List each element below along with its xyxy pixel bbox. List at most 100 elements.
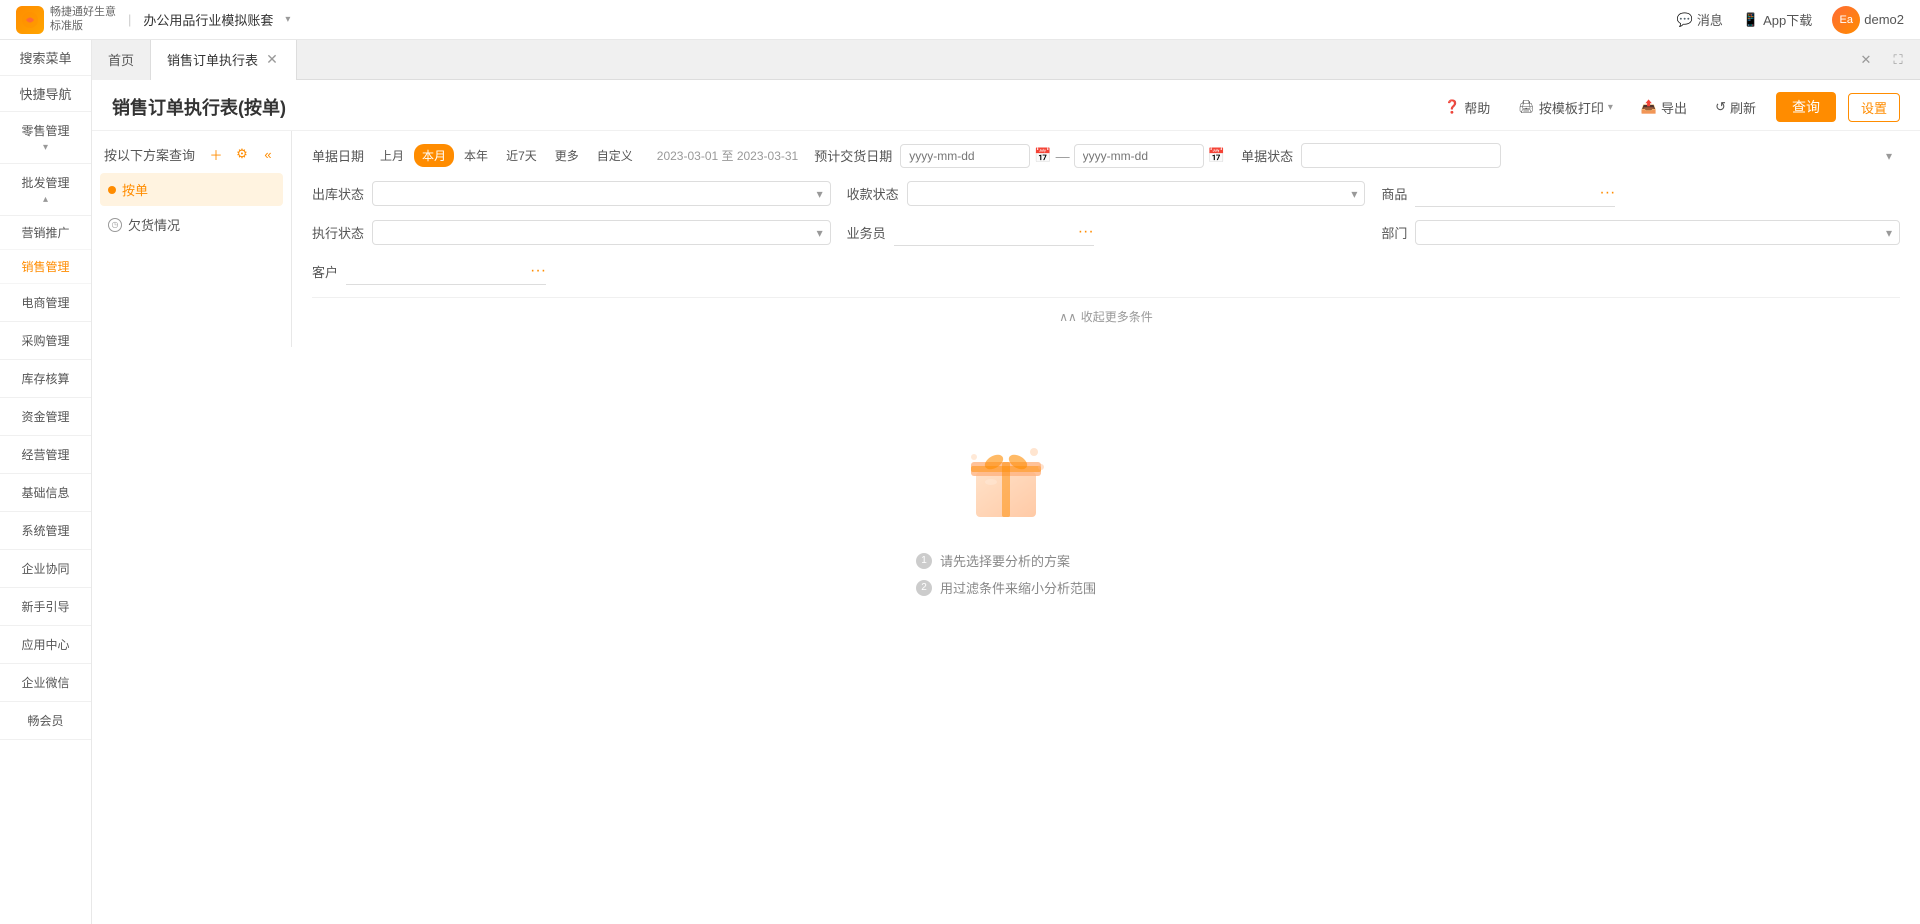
nav-item-dot-icon — [108, 186, 116, 194]
settings-scheme-icon: ⚙ — [236, 146, 248, 162]
page-header: 销售订单执行表(按单) ❓ 帮助 🖨 按模板打印 ▾ 📤 导出 — [92, 80, 1920, 131]
product-input[interactable] — [1415, 186, 1599, 201]
tab-bar-actions: ✕ ⛶ — [1852, 46, 1920, 74]
app-download-label: App下载 — [1763, 10, 1812, 29]
template-print-button[interactable]: 🖨 按模板打印 ▾ — [1510, 94, 1621, 121]
content-area: 首页 销售订单执行表 ✕ ✕ ⛶ 销售订单执行表(按单) ❓ 帮助 — [92, 40, 1920, 924]
empty-text-item-2: 2 用过滤条件来缩小分析范围 — [916, 578, 1096, 597]
department-select[interactable] — [1415, 220, 1900, 245]
message-action[interactable]: 💬 消息 — [1677, 10, 1723, 29]
sidebar-item-retail[interactable]: 零售管理 ▾ — [0, 112, 91, 164]
export-button[interactable]: 📤 导出 — [1633, 94, 1695, 121]
date-btn-this-month[interactable]: 本月 — [414, 144, 454, 167]
tab-close-button[interactable]: ✕ — [1852, 46, 1880, 74]
sidebar-item-ecommerce[interactable]: 电商管理 — [0, 284, 91, 322]
delivery-date-end[interactable] — [1074, 144, 1204, 168]
outbound-status-group: 出库状态 — [312, 181, 831, 206]
right-filter: 单据日期 上月 本月 本年 近7天 更多 自定义 2023-03-01 至 20… — [292, 131, 1920, 347]
salesperson-more-icon[interactable]: ··· — [1078, 223, 1094, 241]
customer-input[interactable] — [346, 264, 530, 279]
date-btn-last-month[interactable]: 上月 — [372, 144, 412, 167]
refresh-button[interactable]: ↺ 刷新 — [1707, 94, 1764, 121]
sidebar-item-enterprise[interactable]: 企业协同 — [0, 550, 91, 588]
customer-more-icon[interactable]: ··· — [530, 262, 546, 280]
query-label: 查询 — [1792, 97, 1820, 117]
nav-item-by-order-label: 按单 — [122, 180, 148, 199]
sidebar-item-appstore[interactable]: 应用中心 — [0, 626, 91, 664]
date-btn-more[interactable]: 更多 — [547, 144, 587, 167]
product-group: 商品 ··· — [1381, 180, 1900, 207]
tab-bar: 首页 销售订单执行表 ✕ ✕ ⛶ — [92, 40, 1920, 80]
payment-status-select[interactable] — [907, 181, 1366, 206]
list-num-1: 1 — [916, 553, 932, 569]
breadcrumb-dropdown-icon[interactable]: ▾ — [285, 14, 290, 25]
tab-home[interactable]: 首页 — [92, 40, 150, 80]
order-status-select[interactable] — [1301, 143, 1501, 168]
customer-group: 客户 ··· — [312, 258, 1900, 285]
filter-area: 按以下方案查询 ＋ ⚙ « — [92, 131, 1920, 347]
filter-row-3: 执行状态 业务员 ··· — [312, 219, 1900, 246]
sidebar-sub-item-marketing[interactable]: 营销推广 — [0, 216, 91, 250]
empty-state-icon — [956, 427, 1056, 527]
sidebar-item-newbie[interactable]: 新手引导 — [0, 588, 91, 626]
add-icon: ＋ — [209, 145, 222, 164]
tab-sales-order[interactable]: 销售订单执行表 ✕ — [150, 40, 297, 80]
payment-status-group: 收款状态 — [847, 181, 1366, 206]
date-btn-custom[interactable]: 自定义 — [589, 144, 641, 167]
sidebar-item-system-label: 系统管理 — [21, 522, 69, 539]
outbound-status-select[interactable] — [372, 181, 831, 206]
user-avatar-text: Ea — [1840, 14, 1853, 26]
sidebar-item-member-label: 畅会员 — [27, 712, 63, 729]
sidebar-sub-item-sales[interactable]: 销售管理 — [0, 250, 91, 284]
delivery-date-group: 预计交货日期 📅 — 📅 — [814, 144, 1225, 168]
department-group: 部门 — [1381, 220, 1900, 245]
query-button[interactable]: 查询 — [1776, 92, 1836, 122]
date-btn-last-7days[interactable]: 近7天 — [498, 144, 545, 167]
sidebar-item-wholesale[interactable]: 批发管理 ▴ — [0, 164, 91, 216]
sidebar-item-wechat[interactable]: 企业微信 — [0, 664, 91, 702]
sidebar-item-member[interactable]: 畅会员 — [0, 702, 91, 740]
logo-area: 畅捷通好生意 标准版 — [16, 6, 116, 34]
calendar-start-icon[interactable]: 📅 — [1034, 147, 1051, 164]
sidebar-item-purchase[interactable]: 采购管理 — [0, 322, 91, 360]
nav-item-overdue-label: 欠货情况 — [128, 215, 180, 234]
settings-scheme-button[interactable]: ⚙ — [231, 143, 253, 165]
user-avatar: Ea — [1832, 6, 1860, 34]
sidebar-item-finance[interactable]: 资金管理 — [0, 398, 91, 436]
logo-text: 畅捷通好生意 标准版 — [50, 6, 116, 32]
sidebar-search-menu[interactable]: 搜索菜单 — [0, 40, 91, 76]
settings-button[interactable]: 设置 — [1848, 93, 1900, 122]
tab-sales-order-close[interactable]: ✕ — [264, 52, 280, 68]
help-button[interactable]: ❓ 帮助 — [1436, 94, 1498, 121]
user-area[interactable]: Ea demo2 — [1832, 6, 1904, 34]
collapse-icon: « — [264, 147, 271, 162]
delivery-date-start[interactable] — [900, 144, 1030, 168]
calendar-end-icon[interactable]: 📅 — [1208, 147, 1225, 164]
message-icon: 💬 — [1677, 12, 1693, 28]
sidebar-item-inventory[interactable]: 库存核算 — [0, 360, 91, 398]
top-header: 畅捷通好生意 标准版 | 办公用品行业模拟账套 ▾ 💬 消息 📱 App下载 E… — [0, 0, 1920, 40]
product-more-icon[interactable]: ··· — [1599, 184, 1615, 202]
salesperson-input[interactable] — [894, 225, 1078, 240]
app-logo-icon — [16, 6, 44, 34]
nav-item-by-order[interactable]: 按单 — [100, 173, 283, 206]
nav-item-overdue[interactable]: ◷ 欠货情况 — [100, 208, 283, 241]
breadcrumb[interactable]: 办公用品行业模拟账套 — [143, 10, 273, 29]
sidebar-item-system[interactable]: 系统管理 — [0, 512, 91, 550]
add-scheme-button[interactable]: ＋ — [205, 143, 227, 165]
execution-status-select[interactable] — [372, 220, 831, 245]
help-icon: ❓ — [1444, 99, 1460, 115]
product-label: 商品 — [1381, 184, 1407, 203]
collapse-panel-button[interactable]: « — [257, 143, 279, 165]
date-btn-this-year[interactable]: 本年 — [456, 144, 496, 167]
app-download-action[interactable]: 📱 App下载 — [1743, 10, 1812, 29]
collapse-conditions-button[interactable]: ∧∧ 收起更多条件 — [1047, 304, 1165, 329]
sidebar-item-operations[interactable]: 经营管理 — [0, 436, 91, 474]
sidebar-item-finance-label: 资金管理 — [21, 408, 69, 425]
date-range-display: 2023-03-01 至 2023-03-31 — [657, 147, 798, 164]
sidebar-quick-nav[interactable]: 快捷导航 — [0, 76, 91, 112]
sidebar-sub-marketing-label: 营销推广 — [21, 224, 69, 241]
tab-maximize-button[interactable]: ⛶ — [1884, 46, 1912, 74]
sidebar-item-basic[interactable]: 基础信息 — [0, 474, 91, 512]
salesperson-label: 业务员 — [847, 223, 886, 242]
